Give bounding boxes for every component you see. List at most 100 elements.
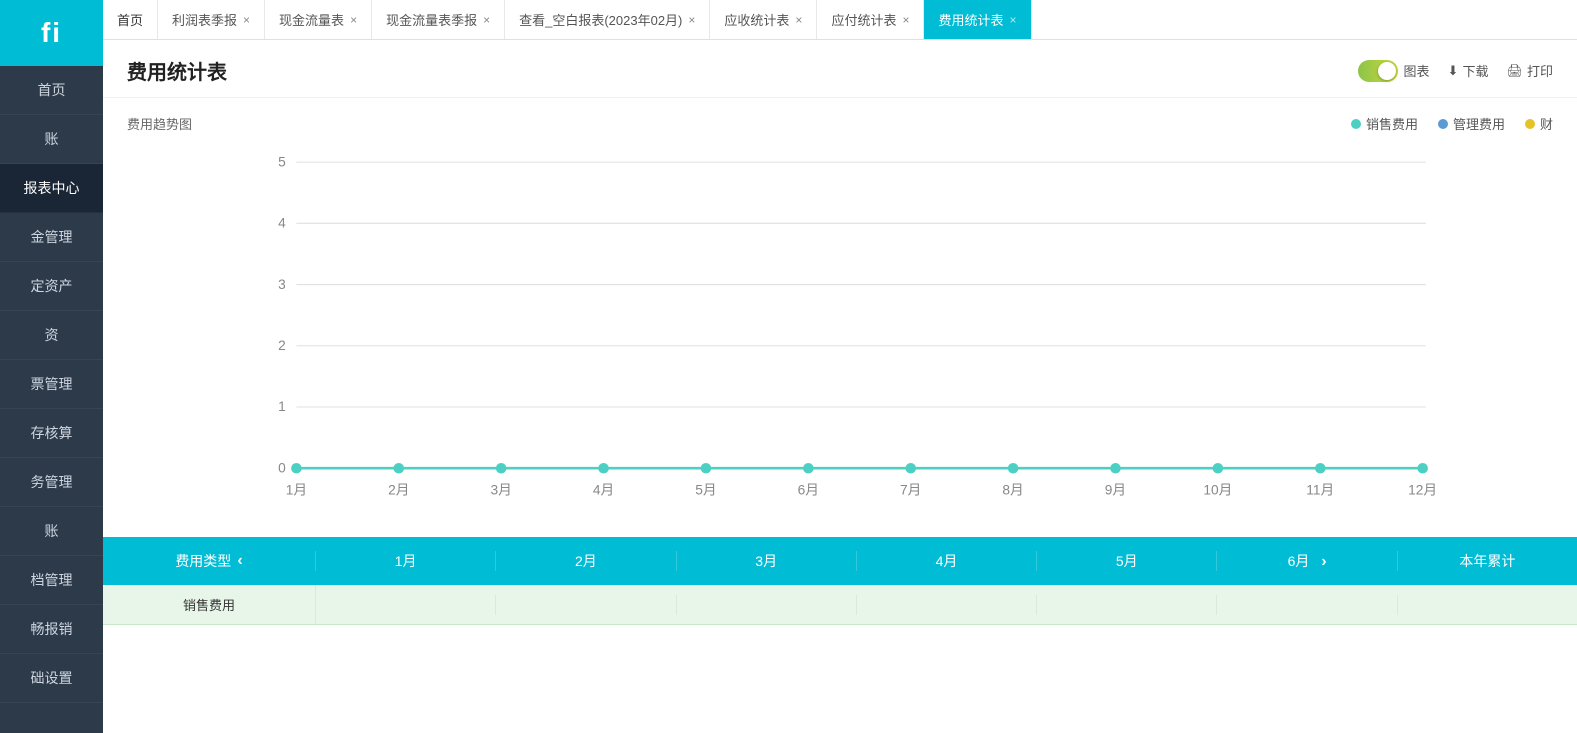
th-apr: 4月 [857,551,1037,571]
tab-bar: 首页 利润表季报 × 现金流量表 × 现金流量表季报 × 查看_空白报表(202… [103,0,1577,40]
td-sales-apr [857,595,1037,615]
print-label: 打印 [1527,61,1553,80]
svg-text:11月: 11月 [1306,483,1334,498]
sidebar-item-archive-mgmt[interactable]: 档管理 [0,556,103,605]
td-sales-may [1037,595,1217,615]
td-sales-jun [1217,595,1397,615]
legend-label-sales: 销售费用 [1366,114,1418,133]
sidebar-item-ledger[interactable]: 账 [0,507,103,556]
chart-svg-container: 0 1 2 3 4 5 1月 2月 3月 4月 5月 6月 7月 8月 9 [127,141,1553,521]
tab-close-payable[interactable]: × [902,13,909,27]
tab-cashflow[interactable]: 现金流量表 × [265,0,372,40]
td-sales-ytd [1398,595,1577,615]
svg-text:2: 2 [278,338,286,353]
tab-close-cashflow-quarterly[interactable]: × [483,13,490,27]
download-icon: ⬇ [1448,63,1459,79]
sidebar: fi 首页 账 报表中心 金管理 定资产 资 票管理 存核算 务管理 账 档管理… [0,0,103,733]
print-button[interactable]: 🖨 打印 [1506,61,1553,80]
th-jan: 1月 [316,551,496,571]
legend-dot-admin [1438,119,1448,129]
download-label: 下载 [1462,61,1488,80]
svg-text:4月: 4月 [593,483,614,498]
data-point [598,463,609,474]
th-mar: 3月 [677,551,857,571]
chart-toggle[interactable] [1358,60,1398,82]
svg-text:1月: 1月 [286,483,307,498]
th-expense-type-label: 费用类型 [175,551,231,571]
data-point [1213,463,1224,474]
th-may: 5月 [1037,551,1217,571]
tab-close-cashflow[interactable]: × [350,13,357,27]
data-point [1008,463,1019,474]
chart-title: 费用趋势图 [127,114,192,133]
sidebar-item-sales-return[interactable]: 畅报销 [0,605,103,654]
svg-text:2月: 2月 [388,483,409,498]
tab-cashflow-quarterly[interactable]: 现金流量表季报 × [372,0,505,40]
tab-profit-quarterly[interactable]: 利润表季报 × [158,0,265,40]
tab-payable[interactable]: 应付统计表 × [817,0,924,40]
sidebar-item-capital[interactable]: 资 [0,311,103,360]
svg-text:3: 3 [278,277,286,292]
next-arrow[interactable]: › [1321,553,1326,570]
svg-text:12月: 12月 [1408,483,1437,498]
sidebar-item-basic-settings[interactable]: 础设置 [0,654,103,703]
sidebar-item-report-center[interactable]: 报表中心 [0,164,103,213]
sidebar-item-account[interactable]: 账 [0,115,103,164]
sidebar-item-home[interactable]: 首页 [0,66,103,115]
data-point [803,463,814,474]
tab-close-receivable[interactable]: × [795,13,802,27]
data-point [394,463,405,474]
page-header: 费用统计表 图表 ⬇ 下载 🖨 打印 [103,40,1577,98]
data-point [1417,463,1428,474]
chart-svg: 0 1 2 3 4 5 1月 2月 3月 4月 5月 6月 7月 8月 9 [127,141,1553,521]
data-point [496,463,507,474]
tab-expense[interactable]: 费用统计表 × [924,0,1031,40]
sidebar-item-inventory[interactable]: 存核算 [0,409,103,458]
legend-label-finance: 财 [1540,114,1553,133]
sidebar-item-ticket-mgmt[interactable]: 票管理 [0,360,103,409]
data-point [291,463,302,474]
svg-text:9月: 9月 [1105,483,1126,498]
tab-close-blank-report[interactable]: × [688,13,695,27]
data-point [1315,463,1326,474]
legend-label-admin: 管理费用 [1453,114,1505,133]
table-section: 费用类型 ‹ 1月 2月 3月 4月 5月 6月 › 本年累计 销售费用 [103,537,1577,733]
download-button[interactable]: ⬇ 下载 [1448,61,1489,80]
chart-area: 费用趋势图 销售费用 管理费用 财 [103,98,1577,537]
svg-text:4: 4 [278,216,286,231]
svg-text:7月: 7月 [900,483,921,498]
content-area: 费用统计表 图表 ⬇ 下载 🖨 打印 费用趋势图 [103,40,1577,733]
data-point [701,463,712,474]
legend-item-sales: 销售费用 [1351,114,1418,133]
svg-text:10月: 10月 [1203,483,1232,498]
data-point [905,463,916,474]
legend-dot-finance [1525,119,1535,129]
tab-blank-report[interactable]: 查看_空白报表(2023年02月) × [505,0,710,40]
tab-close-expense[interactable]: × [1009,13,1016,27]
app-logo: fi [0,0,103,66]
header-actions: 图表 ⬇ 下载 🖨 打印 [1358,60,1553,82]
th-feb: 2月 [496,551,676,571]
th-ytd: 本年累计 [1398,551,1577,571]
chart-toggle-label: 图表 [1404,61,1430,80]
th-jun: 6月 › [1217,551,1397,571]
tab-home[interactable]: 首页 [103,0,158,40]
tab-close-profit-quarterly[interactable]: × [243,13,250,27]
prev-arrow[interactable]: ‹ [237,552,242,570]
td-sales-jan [316,595,496,615]
svg-text:5: 5 [278,154,286,169]
svg-text:0: 0 [278,460,286,475]
chart-toggle-wrap[interactable]: 图表 [1358,60,1430,82]
sidebar-item-fixed-assets[interactable]: 定资产 [0,262,103,311]
svg-text:8月: 8月 [1002,483,1023,498]
legend-item-finance: 财 [1525,114,1553,133]
sidebar-item-fund-mgmt[interactable]: 金管理 [0,213,103,262]
td-sales-type: 销售费用 [103,585,316,624]
sidebar-item-service-mgmt[interactable]: 务管理 [0,458,103,507]
main-area: 首页 利润表季报 × 现金流量表 × 现金流量表季报 × 查看_空白报表(202… [103,0,1577,733]
chart-legend: 销售费用 管理费用 财 [1351,114,1553,133]
tab-receivable[interactable]: 应收统计表 × [710,0,817,40]
page-title: 费用统计表 [127,56,227,85]
data-point [1110,463,1121,474]
svg-text:6月: 6月 [798,483,819,498]
